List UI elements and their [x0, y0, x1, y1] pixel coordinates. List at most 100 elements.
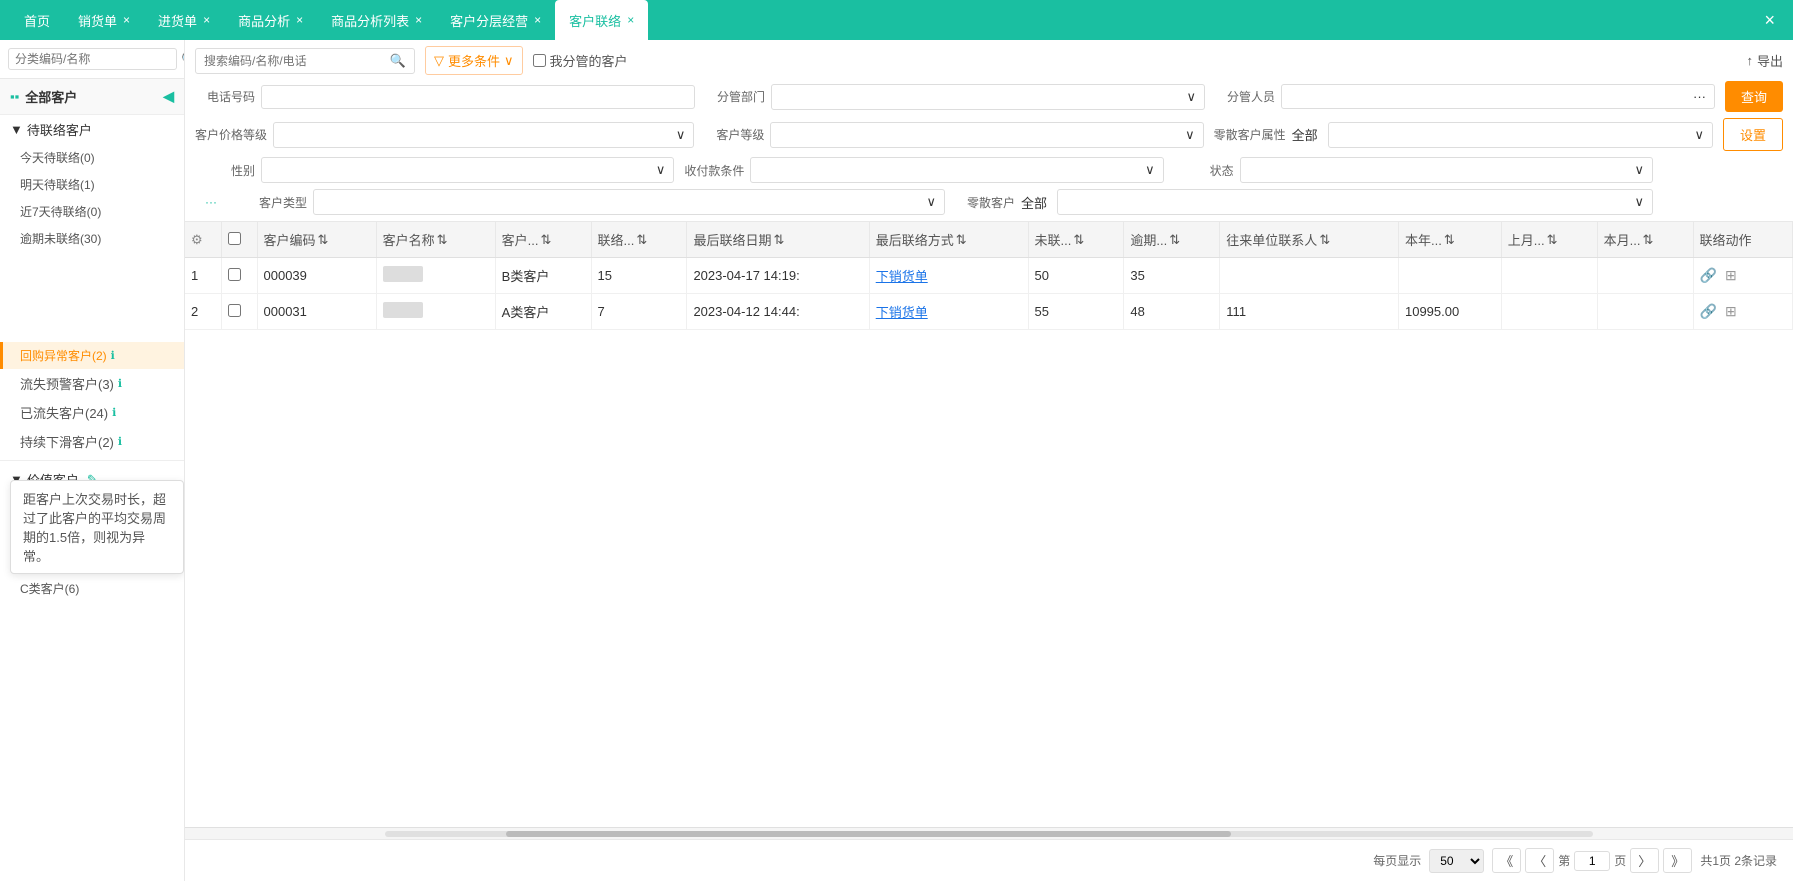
- next-page-button[interactable]: 〉: [1630, 848, 1659, 873]
- col-grade-header[interactable]: 客户...⇅: [495, 222, 591, 258]
- chevron-down-icon-status: ∨: [1634, 162, 1644, 178]
- prev-page-button[interactable]: 〈: [1525, 848, 1554, 873]
- col-name-header[interactable]: 客户名称⇅: [376, 222, 495, 258]
- col-contact-header[interactable]: 联络...⇅: [591, 222, 687, 258]
- nav-product-analysis-close[interactable]: ×: [296, 13, 303, 27]
- nav-sales-order[interactable]: 销货单 ×: [64, 0, 144, 40]
- dots-expand[interactable]: ···: [195, 195, 217, 209]
- main-search-input[interactable]: [204, 54, 386, 68]
- nav-customer-segmentation-close[interactable]: ×: [534, 13, 541, 27]
- nav-home[interactable]: 首页: [10, 0, 64, 40]
- row1-grid-action-icon[interactable]: ⊞: [1725, 267, 1737, 284]
- col-thisyear-header[interactable]: 本年...⇅: [1398, 222, 1501, 258]
- row2-thisyear: 10995.00: [1398, 294, 1501, 330]
- last-page-button[interactable]: 》: [1663, 848, 1692, 873]
- select-all-checkbox[interactable]: [228, 232, 241, 245]
- sidebar-item-c-class[interactable]: C类客户(6): [0, 575, 184, 602]
- grade-select[interactable]: ∨: [770, 122, 1203, 148]
- sidebar-search-area: 🔍: [0, 40, 184, 79]
- settings-icon[interactable]: ⚙: [191, 232, 203, 247]
- customer-type-select[interactable]: ∨: [313, 189, 945, 215]
- row2-checkbox-cell[interactable]: [221, 294, 257, 330]
- status-select[interactable]: ∨: [1240, 157, 1653, 183]
- sidebar-item-churn-warning[interactable]: 流失预警客户(3) ℹ: [0, 369, 184, 398]
- per-page-select[interactable]: 50 100 200: [1429, 849, 1484, 873]
- main-layout: 🔍 ▪▪ 全部客户 ◀ ▼ 待联络客户 今天待联络(0) 明天待联络(1) 近7…: [0, 40, 1793, 881]
- nav-product-analysis[interactable]: 商品分析 ×: [224, 0, 317, 40]
- sidebar-group-pending-contact[interactable]: ▼ 待联络客户: [0, 115, 184, 144]
- row2-lastdate: 2023-04-12 14:44:: [687, 294, 869, 330]
- sidebar-search-input[interactable]: [8, 48, 177, 70]
- my-customers-checkbox[interactable]: [533, 54, 546, 67]
- page-input[interactable]: [1574, 851, 1610, 871]
- window-close-button[interactable]: ×: [1756, 10, 1783, 31]
- sidebar-item-today[interactable]: 今天待联络(0): [0, 144, 184, 171]
- nav-purchase-order-close[interactable]: ×: [203, 13, 210, 27]
- nav-product-analysis-list[interactable]: 商品分析列表 ×: [317, 0, 436, 40]
- query-button[interactable]: 查询: [1725, 81, 1783, 112]
- sidebar-collapse-icon[interactable]: ◀: [163, 88, 174, 105]
- scrollbar-track[interactable]: [385, 831, 1593, 837]
- col-contact-person-header[interactable]: 往来单位联系人⇅: [1220, 222, 1399, 258]
- sidebar-item-tomorrow[interactable]: 明天待联络(1): [0, 171, 184, 198]
- scrollbar-thumb[interactable]: [506, 831, 1231, 837]
- pay-condition-select[interactable]: ∨: [750, 157, 1163, 183]
- nav-purchase-order[interactable]: 进货单 ×: [144, 0, 224, 40]
- content-area: 🔍 ▽ 更多条件 ∨ 我分管的客户 ↑ 导出: [185, 40, 1793, 881]
- col-code-header[interactable]: 客户编码⇅: [257, 222, 376, 258]
- row2-lastmethod[interactable]: 下销货单: [869, 294, 1028, 330]
- sidebar-item-declining[interactable]: 持续下滑客户(2) ℹ: [0, 427, 184, 456]
- col-overdue-header[interactable]: 逾期...⇅: [1124, 222, 1220, 258]
- nav-customer-contact-close[interactable]: ×: [627, 13, 634, 27]
- row1-lastmethod[interactable]: 下销货单: [869, 258, 1028, 294]
- phone-input[interactable]: [261, 85, 695, 109]
- retail-attr-select[interactable]: ∨: [1328, 122, 1713, 148]
- col-checkbox[interactable]: [221, 222, 257, 258]
- nav-customer-contact[interactable]: 客户联络 ×: [555, 0, 648, 40]
- row2-link-action-icon[interactable]: 🔗: [1700, 303, 1717, 320]
- col-uncontact-header[interactable]: 未联...⇅: [1028, 222, 1124, 258]
- first-page-button[interactable]: 《: [1492, 848, 1521, 873]
- col-lastdate-header[interactable]: 最后联络日期⇅: [687, 222, 869, 258]
- main-search-icon[interactable]: 🔍: [390, 53, 406, 69]
- col-lastmonth-header[interactable]: 上月...⇅: [1501, 222, 1597, 258]
- sidebar-item-churned[interactable]: 已流失客户(24) ℹ: [0, 398, 184, 427]
- row2-checkbox[interactable]: [228, 304, 241, 317]
- row1-checkbox[interactable]: [228, 268, 241, 281]
- more-conditions-button[interactable]: ▽ 更多条件 ∨: [425, 46, 523, 75]
- col-thismonth-header[interactable]: 本月...⇅: [1597, 222, 1693, 258]
- row1-checkbox-cell[interactable]: [221, 258, 257, 294]
- nav-product-analysis-list-close[interactable]: ×: [415, 13, 422, 27]
- row2-grid-action-icon[interactable]: ⊞: [1725, 303, 1737, 320]
- export-button[interactable]: ↑ 导出: [1746, 51, 1783, 70]
- sidebar-item-repurchase-abnormal[interactable]: 回购异常客户(2) ℹ: [0, 342, 184, 369]
- top-navigation: 首页 销货单 × 进货单 × 商品分析 × 商品分析列表 × 客户分层经营 × …: [0, 0, 1793, 40]
- nav-customer-segmentation[interactable]: 客户分层经营 ×: [436, 0, 555, 40]
- filter-row-2: 客户价格等级 ∨ 客户等级 ∨ 零散客户属性: [195, 118, 1783, 151]
- row2-lastmonth: [1501, 294, 1597, 330]
- row1-name[interactable]: [376, 258, 495, 294]
- sort-icon-12: ⇅: [1642, 232, 1653, 248]
- row1-link-action-icon[interactable]: 🔗: [1700, 267, 1717, 284]
- sidebar-all-customers[interactable]: ▪▪ 全部客户 ◀: [0, 79, 184, 115]
- row1-overdue: 35: [1124, 258, 1220, 294]
- retail-customer-select[interactable]: ∨: [1057, 189, 1653, 215]
- sidebar-item-overdue-uncontact[interactable]: 逾期未联络(30): [0, 225, 184, 252]
- table-row: 1 000039 B类客户 15 2023-04-17 14:19: 下销货单 …: [185, 258, 1793, 294]
- nav-sales-order-close[interactable]: ×: [123, 13, 130, 27]
- col-lastmethod-header[interactable]: 最后联络方式⇅: [869, 222, 1028, 258]
- row2-name[interactable]: [376, 294, 495, 330]
- my-customers-checkbox-label[interactable]: 我分管的客户: [533, 51, 628, 70]
- sort-icon-10: ⇅: [1444, 232, 1455, 248]
- col-settings[interactable]: ⚙: [185, 222, 221, 258]
- price-grade-select[interactable]: ∨: [273, 122, 694, 148]
- sidebar-item-7days[interactable]: 近7天待联络(0): [0, 198, 184, 225]
- row1-uncontact: 50: [1028, 258, 1124, 294]
- chevron-down-icon-pay: ∨: [1145, 162, 1155, 178]
- row1-lastmonth: [1501, 258, 1597, 294]
- dept-select[interactable]: ∨: [771, 84, 1205, 110]
- reset-button[interactable]: 设置: [1723, 118, 1783, 151]
- gender-select[interactable]: ∨: [261, 157, 674, 183]
- horizontal-scrollbar[interactable]: [185, 827, 1793, 839]
- manager-select[interactable]: ···: [1281, 84, 1715, 109]
